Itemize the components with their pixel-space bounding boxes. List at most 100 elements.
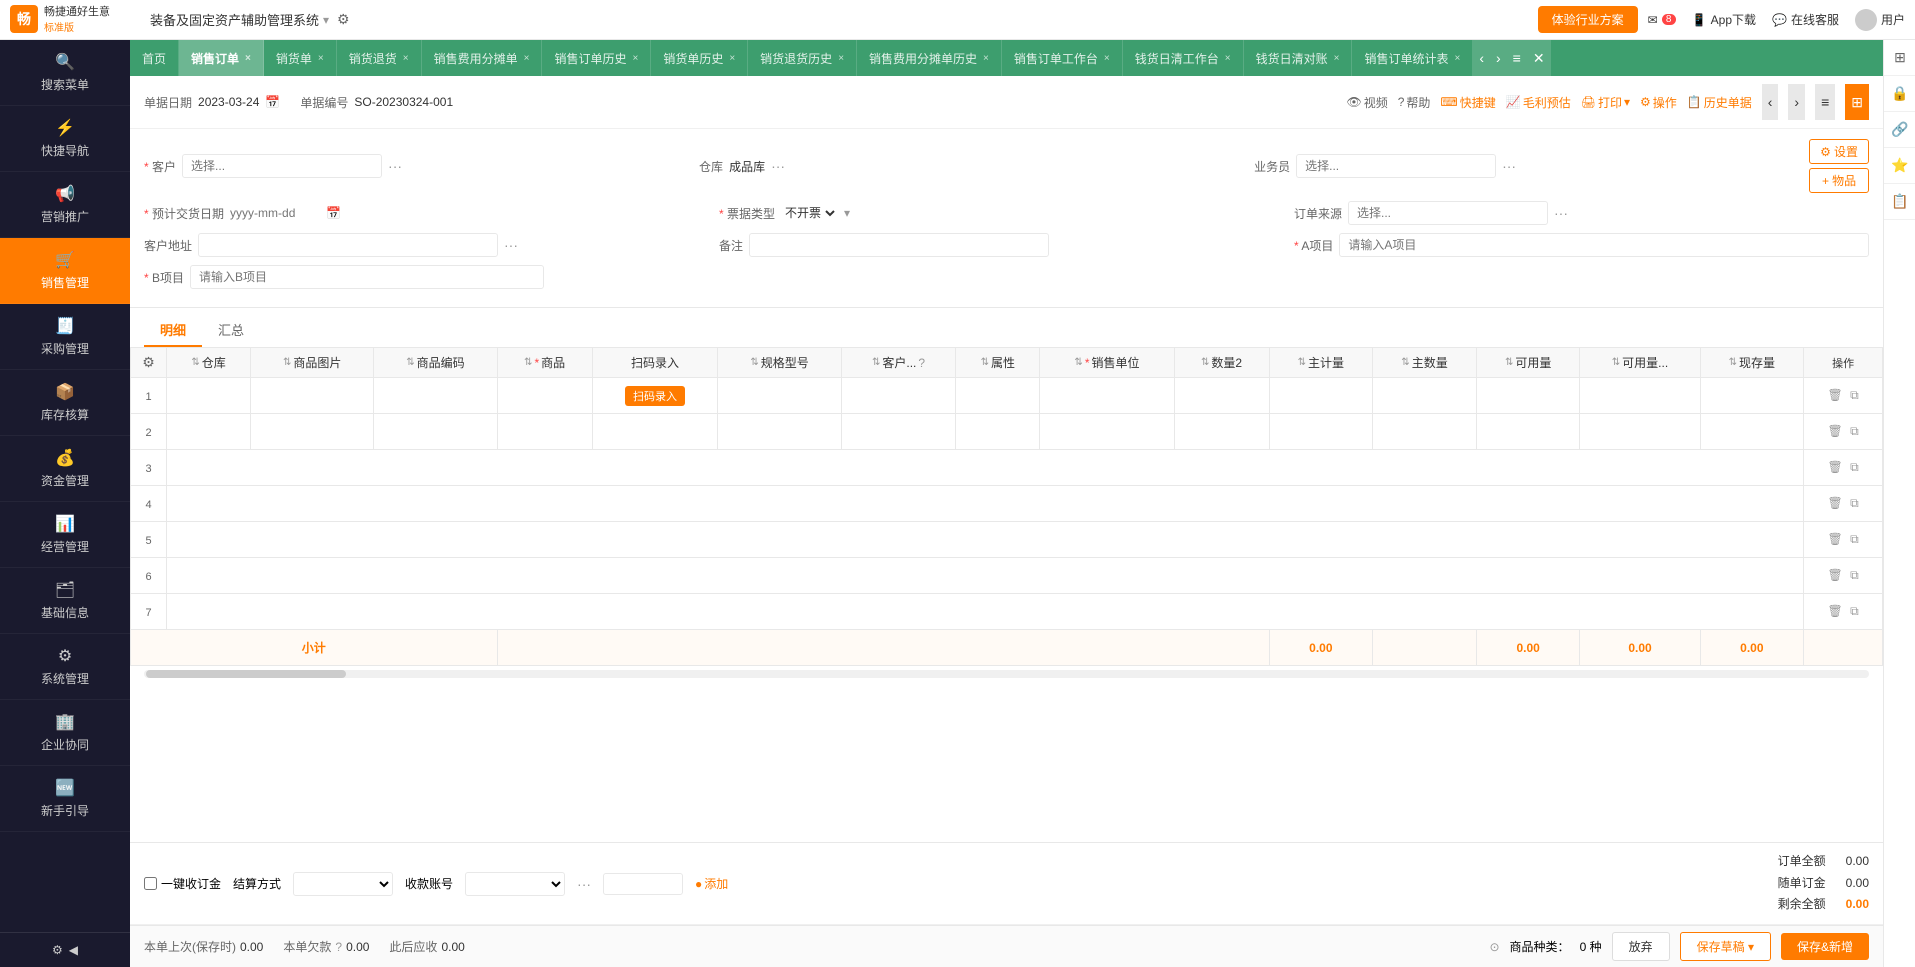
customer-dots[interactable]: ··· xyxy=(388,158,402,174)
spec-sort-icon[interactable]: ⇅ xyxy=(750,357,758,368)
message-icon-area[interactable]: ✉ 8 xyxy=(1648,13,1676,27)
tab-order-workbench[interactable]: 销售订单工作台 × xyxy=(1002,40,1123,76)
main-unit-sort-icon[interactable]: ⇅ xyxy=(1298,357,1306,368)
app-download-link[interactable]: 📱 App下载 xyxy=(1692,11,1756,28)
tab-expense-history-close[interactable]: × xyxy=(983,53,989,64)
print-btn[interactable]: 🖨 打印 ▾ xyxy=(1581,94,1630,111)
salesperson-dots[interactable]: ··· xyxy=(1502,158,1516,174)
tab-return-history[interactable]: 销货单历史 × xyxy=(651,40,748,76)
right-icon-lock[interactable]: 🔒 xyxy=(1884,76,1915,112)
tab-order-history[interactable]: 销售订单历史 × xyxy=(542,40,651,76)
copy-icon-2[interactable]: ⧉ xyxy=(1850,424,1859,438)
tab-cash-daily-close[interactable]: × xyxy=(1225,53,1231,64)
delivery-calendar-icon[interactable]: 📅 xyxy=(326,206,341,220)
row-customer-code-2[interactable] xyxy=(841,414,956,450)
order-source-input[interactable] xyxy=(1348,201,1548,225)
scrollbar-track[interactable] xyxy=(144,670,1869,678)
sidebar-item-purchase[interactable]: 🧾 采购管理 xyxy=(0,304,130,370)
product-img-sort-icon[interactable]: ⇅ xyxy=(283,357,291,368)
add-item-button[interactable]: + 物品 xyxy=(1809,168,1869,193)
online-service-link[interactable]: 💬 在线客服 xyxy=(1772,11,1839,28)
tab-sales-expense[interactable]: 销售费用分摊单 × xyxy=(422,40,543,76)
sidebar-item-quicknav[interactable]: ⚡ 快捷导航 xyxy=(0,106,130,172)
copy-icon-6[interactable]: ⧉ xyxy=(1850,568,1859,582)
sidebar-item-guide[interactable]: 🆕 新手引导 xyxy=(0,766,130,832)
available-sort-icon[interactable]: ⇅ xyxy=(1505,357,1513,368)
product-sort-icon[interactable]: ⇅ xyxy=(524,357,532,368)
row-sales-unit-1[interactable] xyxy=(1040,378,1174,414)
main-qty-sort-icon[interactable]: ⇅ xyxy=(1401,357,1409,368)
payment-amount-input[interactable]: 0.00 xyxy=(603,873,683,895)
tab-return-goods-history[interactable]: 销货退货历史 × xyxy=(748,40,857,76)
tab-sales-stats[interactable]: 销售订单统计表 × xyxy=(1352,40,1473,76)
row-main-unit-1[interactable] xyxy=(1269,378,1373,414)
customer-code-info-icon[interactable]: ? xyxy=(918,356,925,370)
sidebar-item-search[interactable]: 🔍 搜索菜单 xyxy=(0,40,130,106)
solution-button[interactable]: 体验行业方案 xyxy=(1538,6,1638,33)
tab-cash-reconcile[interactable]: 钱货日清对账 × xyxy=(1244,40,1353,76)
tab-cash-reconcile-close[interactable]: × xyxy=(1334,53,1340,64)
row-attr-1[interactable] xyxy=(956,378,1040,414)
system-dropdown-icon[interactable]: ▾ xyxy=(323,13,329,27)
settings-button[interactable]: ⚙ 设置 xyxy=(1809,139,1869,164)
form-list-btn[interactable]: ≡ xyxy=(1815,84,1835,120)
info-icon-debit[interactable]: ? xyxy=(335,940,342,954)
qty2-sort-icon[interactable]: ⇅ xyxy=(1201,357,1209,368)
right-icon-doc[interactable]: 📋 xyxy=(1884,184,1915,220)
delete-icon-7[interactable]: 🗑 xyxy=(1828,604,1843,618)
row-main-qty-2[interactable] xyxy=(1373,414,1477,450)
row-main-unit-2[interactable] xyxy=(1269,414,1373,450)
calendar-icon[interactable]: 📅 xyxy=(265,95,280,109)
warehouse-dots[interactable]: ··· xyxy=(771,158,785,174)
scrollbar-thumb[interactable] xyxy=(146,670,346,678)
sidebar-item-ops[interactable]: 📊 经营管理 xyxy=(0,502,130,568)
tab-detail[interactable]: 明细 xyxy=(144,314,202,347)
right-icon-grid[interactable]: ⊞ xyxy=(1884,40,1915,76)
row-attr-2[interactable] xyxy=(956,414,1040,450)
row-available2-1[interactable] xyxy=(1580,378,1700,414)
save-draft-button[interactable]: 保存草稿 ▾ xyxy=(1680,932,1771,961)
available2-sort-icon[interactable]: ⇅ xyxy=(1612,357,1620,368)
view-btn[interactable]: 👁 视频 xyxy=(1346,94,1387,111)
bank-account-dots[interactable]: ··· xyxy=(577,876,591,892)
tab-cash-daily[interactable]: 钱货日清工作台 × xyxy=(1123,40,1244,76)
copy-icon-4[interactable]: ⧉ xyxy=(1850,496,1859,510)
a-project-input[interactable] xyxy=(1339,233,1869,257)
row-product-1[interactable] xyxy=(497,378,592,414)
form-nav-prev-btn[interactable]: ‹ xyxy=(1762,84,1779,120)
sidebar-item-sales[interactable]: 🛒 销售管理 xyxy=(0,238,130,304)
product-code-sort-icon[interactable]: ⇅ xyxy=(406,357,414,368)
sidebar-item-corp[interactable]: 🏢 企业协同 xyxy=(0,700,130,766)
tab-more-btn[interactable]: ≡ xyxy=(1507,40,1527,76)
user-area[interactable]: 用户 xyxy=(1855,9,1905,31)
sidebar-item-marketing[interactable]: 📢 营销推广 xyxy=(0,172,130,238)
row-spec-1[interactable] xyxy=(718,378,841,414)
history-btn[interactable]: 📋 历史单据 xyxy=(1687,94,1752,111)
scan-btn-1[interactable]: 扫码录入 xyxy=(625,386,685,406)
sidebar-settings-btn[interactable]: ⚙ ◀ xyxy=(0,932,130,967)
row-qty2-2[interactable] xyxy=(1174,414,1269,450)
tab-sales-order[interactable]: 销售订单 × xyxy=(179,40,264,76)
tab-order-history-close[interactable]: × xyxy=(632,53,638,64)
row-spec-2[interactable] xyxy=(718,414,841,450)
row-product-2[interactable] xyxy=(497,414,592,450)
help-btn[interactable]: ? 帮助 xyxy=(1398,94,1431,111)
copy-icon-5[interactable]: ⧉ xyxy=(1850,532,1859,546)
add-payment-btn[interactable]: ● 添加 xyxy=(695,875,728,892)
tab-expense-history[interactable]: 销售费用分摊单历史 × xyxy=(857,40,1002,76)
copy-icon-3[interactable]: ⧉ xyxy=(1850,460,1859,474)
delete-icon-2[interactable]: 🗑 xyxy=(1828,424,1843,438)
row-customer-code-1[interactable] xyxy=(841,378,956,414)
save-new-button[interactable]: 保存&新增 xyxy=(1781,933,1869,960)
tab-prev-btn[interactable]: ‹ xyxy=(1473,40,1490,76)
stock-sort-icon[interactable]: ⇅ xyxy=(1729,357,1737,368)
form-expand-btn[interactable]: ⊞ xyxy=(1845,84,1869,120)
one-click-checkbox[interactable] xyxy=(144,877,157,890)
tab-close-all-btn[interactable]: ✕ xyxy=(1527,40,1551,76)
tab-return-goods-close[interactable]: × xyxy=(403,53,409,64)
row-scan-1[interactable]: 扫码录入 xyxy=(592,378,718,414)
row-code-1[interactable] xyxy=(374,378,497,414)
tab-order-workbench-close[interactable]: × xyxy=(1104,53,1110,64)
copy-icon-1[interactable]: ⧉ xyxy=(1850,388,1859,402)
row-available2-2[interactable] xyxy=(1580,414,1700,450)
